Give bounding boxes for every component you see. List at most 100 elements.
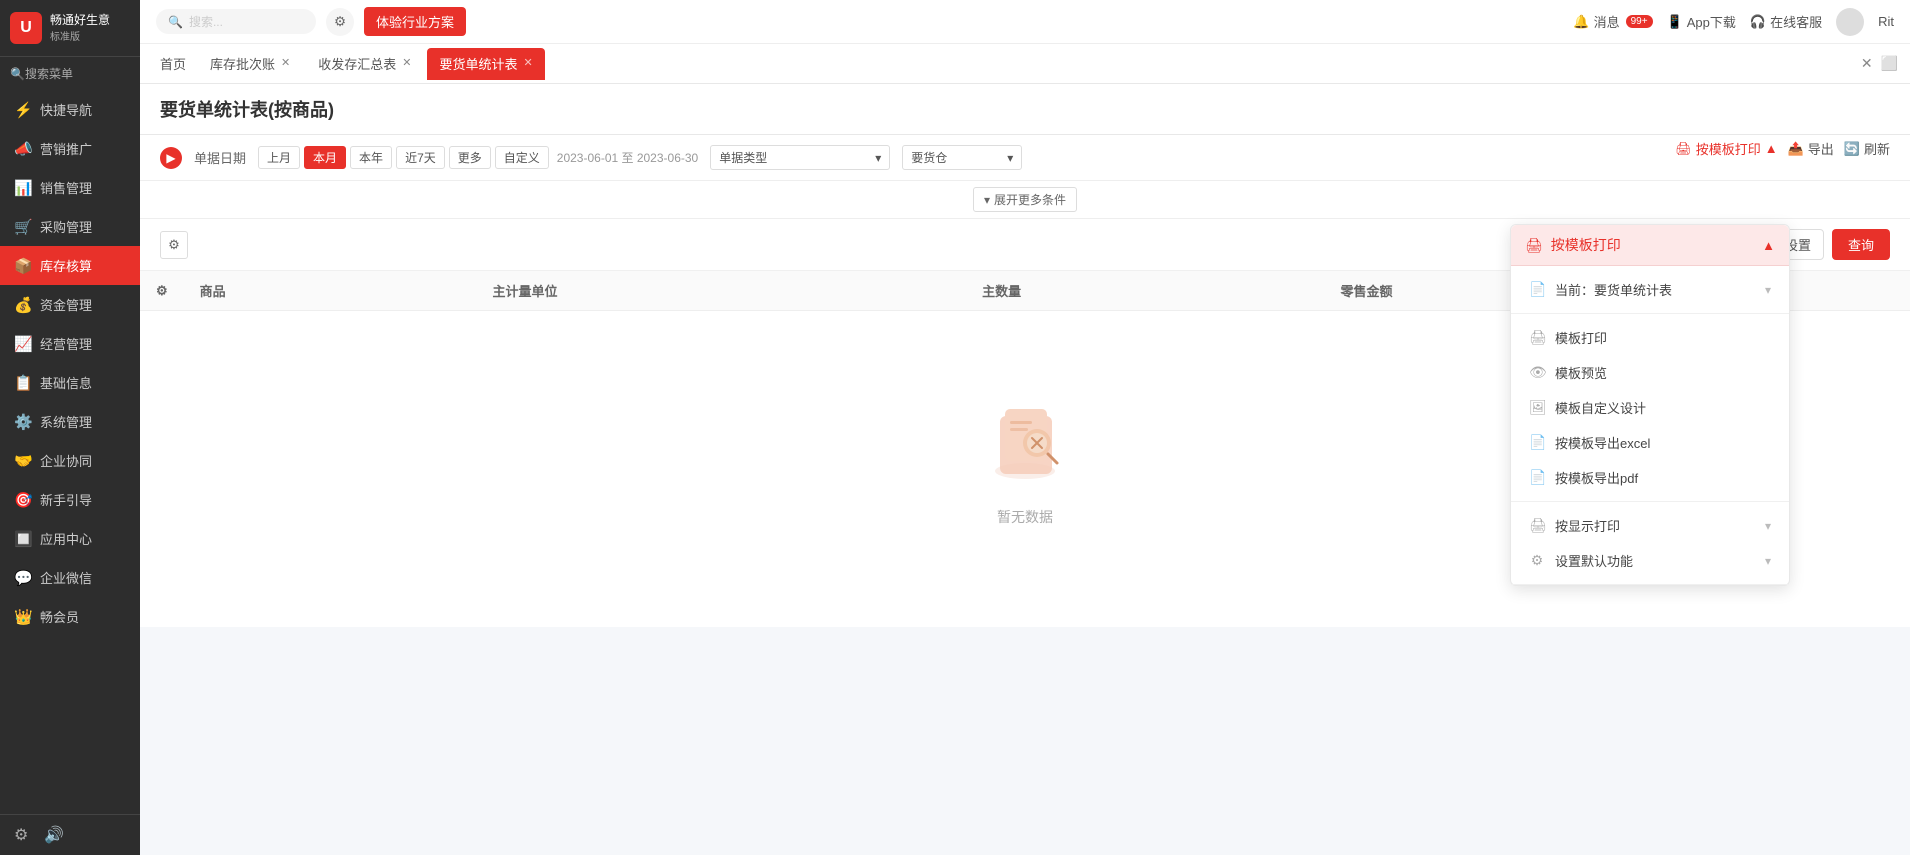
date-buttons: 上月 本月 本年 近7天 更多 自定义 2023-06-01 至 2023-06… — [258, 146, 698, 169]
footer-sound-icon[interactable]: 🔊 — [44, 825, 64, 845]
export-button[interactable]: 📤 导出 — [1788, 139, 1834, 158]
collab-icon: 🤝 — [14, 452, 32, 470]
sidebar-item-inventory[interactable]: 📦 库存核算 — [0, 246, 140, 285]
refresh-icon: 🔄 — [1844, 141, 1860, 157]
header-right: 🔔 消息 99+ 📱 App下载 🎧 在线客服 Rit — [1573, 8, 1894, 36]
dropdown-item-template-excel[interactable]: 📄 按模板导出excel — [1511, 425, 1789, 460]
online-service-btn[interactable]: 🎧 在线客服 — [1750, 12, 1822, 31]
sidebar-nav: ⚡ 快捷导航 📣 营销推广 📊 销售管理 🛒 采购管理 📦 库存核算 💰 资金管… — [0, 90, 140, 814]
sidebar-item-quick-nav[interactable]: ⚡ 快捷导航 — [0, 90, 140, 129]
finance-icon: 💰 — [14, 296, 32, 314]
sidebar-item-purchase[interactable]: 🛒 采购管理 — [0, 207, 140, 246]
system-icon: ⚙️ — [14, 413, 32, 431]
tab-window-expand-btn[interactable]: ⬜ — [1881, 55, 1898, 72]
table-settings-icon[interactable]: ⚙ — [160, 231, 188, 259]
app-download-btn[interactable]: 📱 App下载 — [1667, 12, 1736, 31]
sidebar-item-collab[interactable]: 🤝 企业协同 — [0, 441, 140, 480]
purchase-icon: 🛒 — [14, 218, 32, 236]
expand-more-row: ▾ 展开更多条件 — [140, 181, 1910, 219]
user-avatar[interactable] — [1836, 8, 1864, 36]
app-logo-text: 畅通好生意 标准版 — [50, 13, 110, 44]
date-btn-this-month[interactable]: 本月 — [304, 146, 346, 169]
dropdown-current-section: 📄 当前：要货单统计表 ▾ — [1511, 266, 1789, 314]
tab-close-order-stats[interactable]: ✕ — [524, 58, 533, 69]
print-icon-header: 🖨 — [1525, 237, 1543, 254]
th-unit: 主计量单位 — [476, 271, 966, 311]
print-dropdown-close-arrow[interactable]: ▲ — [1762, 238, 1775, 253]
order-type-select[interactable]: 单据类型 ▾ — [710, 145, 890, 170]
sidebar-search[interactable]: 🔍 搜索菜单 — [0, 57, 140, 90]
toolbar-query-button[interactable]: 查询 — [1832, 229, 1890, 260]
dropdown-item-default-func[interactable]: ⚙ 设置默认功能 ▾ — [1511, 543, 1789, 578]
notifications-btn[interactable]: 🔔 消息 99+ — [1573, 12, 1652, 31]
template-excel-icon: 📄 — [1529, 434, 1545, 451]
page-header: 要货单统计表(按商品) — [140, 84, 1910, 135]
dropdown-item-template-pdf[interactable]: 📄 按模板导出pdf — [1511, 460, 1789, 495]
dropdown-item-template-print[interactable]: 🖨 模板打印 — [1511, 320, 1789, 355]
dropdown-item-template-preview[interactable]: 👁 模板预览 — [1511, 355, 1789, 390]
header-left: 🔍 搜索... ⚙ 体验行业方案 — [156, 7, 466, 36]
sidebar: U 畅通好生意 标准版 🔍 搜索菜单 ⚡ 快捷导航 📣 营销推广 📊 销售管理 … — [0, 0, 140, 855]
filter-expand-icon[interactable]: ▶ — [160, 147, 182, 169]
empty-text: 暂无数据 — [997, 507, 1053, 527]
dropdown-item-display-print[interactable]: 🖨 按显示打印 ▾ — [1511, 508, 1789, 543]
tab-close-receipt-summary[interactable]: ✕ — [402, 58, 411, 69]
sidebar-item-wechat[interactable]: 💬 企业微信 — [0, 558, 140, 597]
template-pdf-icon: 📄 — [1529, 469, 1545, 486]
tab-home[interactable]: 首页 — [152, 48, 194, 80]
quick-nav-icon: ⚡ — [14, 101, 32, 119]
top-search-bar[interactable]: 🔍 搜索... — [156, 9, 316, 34]
sales-icon: 📊 — [14, 179, 32, 197]
template-design-icon: 🖼 — [1529, 399, 1545, 416]
sidebar-item-apps[interactable]: 🔲 应用中心 — [0, 519, 140, 558]
tab-window-close-btn[interactable]: ✕ — [1861, 55, 1873, 72]
tab-order-stats[interactable]: 要货单统计表 ✕ — [427, 48, 544, 80]
page-title: 要货单统计表(按商品) — [160, 96, 1890, 122]
print-template-button[interactable]: 🖨 按模板打印 ▲ — [1675, 139, 1777, 158]
warehouse-select[interactable]: 要货仓 ▾ — [902, 145, 1022, 170]
date-btn-custom[interactable]: 自定义 — [495, 146, 549, 169]
current-template-arrow: ▾ — [1765, 283, 1771, 297]
current-template-icon: 📄 — [1529, 281, 1545, 298]
warehouse-label: 要货仓 — [911, 149, 947, 166]
inventory-icon: 📦 — [14, 257, 32, 275]
page-top-toolbar: 🖨 按模板打印 ▲ 📤 导出 🔄 刷新 — [1675, 139, 1890, 158]
display-print-arrow: ▾ — [1765, 519, 1771, 533]
dropdown-display-section: 🖨 按显示打印 ▾ ⚙ 设置默认功能 ▾ — [1511, 502, 1789, 585]
sidebar-item-member[interactable]: 👑 畅会员 — [0, 597, 140, 636]
print-dropdown-header: 🖨 按模板打印 ▲ — [1511, 225, 1789, 266]
date-btn-more[interactable]: 更多 — [449, 146, 491, 169]
date-btn-7days[interactable]: 近7天 — [396, 146, 445, 169]
export-icon: 📤 — [1788, 141, 1804, 157]
dropdown-item-template-design[interactable]: 🖼 模板自定义设计 — [1511, 390, 1789, 425]
refresh-button[interactable]: 🔄 刷新 — [1844, 139, 1890, 158]
operation-icon: 📈 — [14, 335, 32, 353]
warehouse-chevron-icon: ▾ — [1007, 151, 1013, 165]
sidebar-item-basic[interactable]: 📋 基础信息 — [0, 363, 140, 402]
sidebar-item-sales[interactable]: 📊 销售管理 — [0, 168, 140, 207]
date-btn-last-month[interactable]: 上月 — [258, 146, 300, 169]
dropdown-template-section: 🖨 模板打印 👁 模板预览 🖼 模板自定义设计 📄 按模板导出excel 📄 — [1511, 314, 1789, 502]
guide-icon: 🎯 — [14, 491, 32, 509]
expand-more-button[interactable]: ▾ 展开更多条件 — [973, 187, 1077, 212]
footer-settings-icon[interactable]: ⚙ — [14, 825, 28, 845]
date-btn-this-year[interactable]: 本年 — [350, 146, 392, 169]
default-func-arrow: ▾ — [1765, 554, 1771, 568]
top-header: 🔍 搜索... ⚙ 体验行业方案 🔔 消息 99+ 📱 App下载 🎧 在线客服… — [140, 0, 1910, 44]
search-icon: 🔍 — [10, 67, 25, 81]
tab-receipt-summary[interactable]: 收发存汇总表 ✕ — [306, 48, 423, 80]
header-gear-button[interactable]: ⚙ — [326, 8, 354, 36]
sidebar-item-marketing[interactable]: 📣 营销推广 — [0, 129, 140, 168]
th-goods: 商品 — [184, 271, 477, 311]
dropdown-current-template[interactable]: 📄 当前：要货单统计表 ▾ — [1511, 272, 1789, 307]
sidebar-item-guide[interactable]: 🎯 新手引导 — [0, 480, 140, 519]
expand-icon: ▾ — [984, 193, 990, 207]
experience-button[interactable]: 体验行业方案 — [364, 7, 466, 36]
tab-close-inventory-batch[interactable]: ✕ — [281, 58, 290, 69]
sidebar-item-system[interactable]: ⚙️ 系统管理 — [0, 402, 140, 441]
tab-inventory-batch[interactable]: 库存批次账 ✕ — [198, 48, 302, 80]
sidebar-item-operation[interactable]: 📈 经营管理 — [0, 324, 140, 363]
chevron-down-icon: ▾ — [875, 151, 881, 165]
app-logo-icon: U — [10, 12, 42, 44]
sidebar-item-finance[interactable]: 💰 资金管理 — [0, 285, 140, 324]
